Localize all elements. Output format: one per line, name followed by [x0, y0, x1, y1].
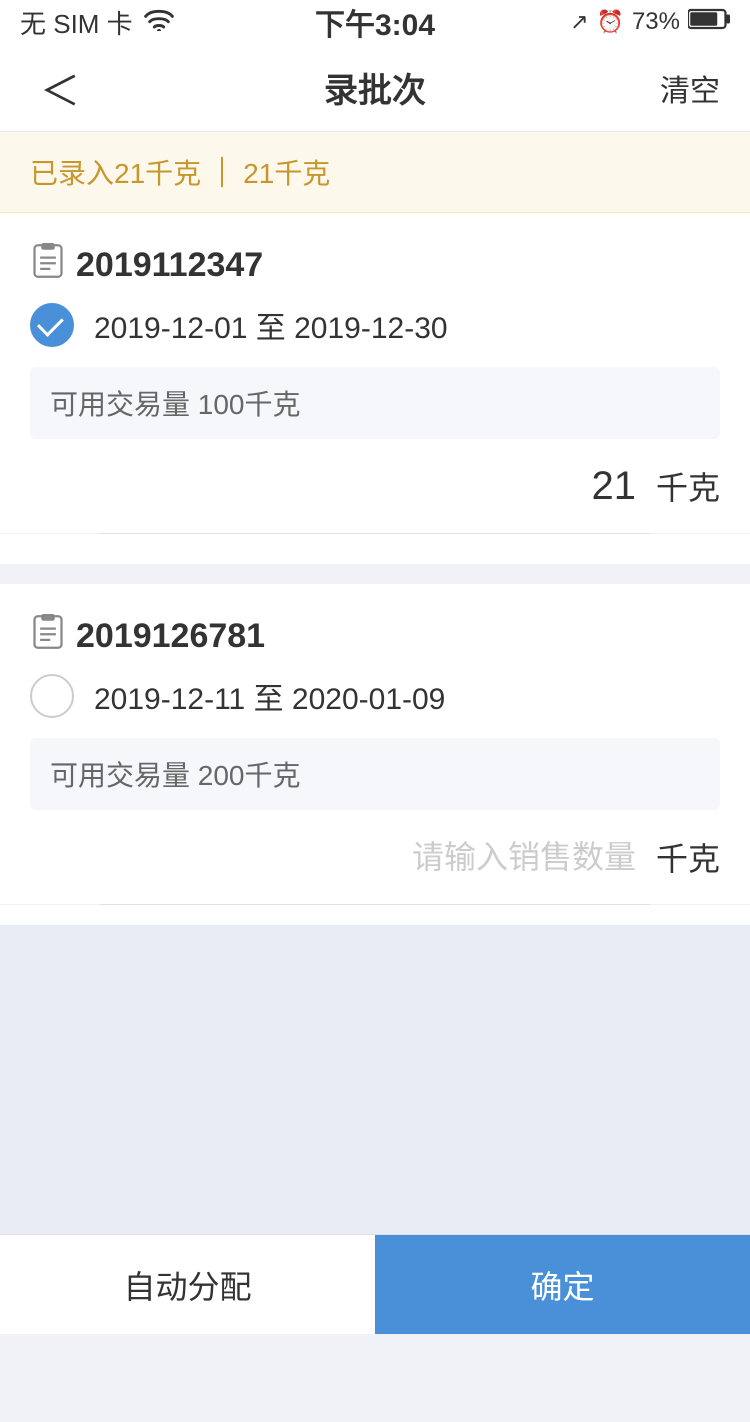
clear-button[interactable]: 清空 — [660, 66, 720, 110]
alarm-icon: ⏰ — [597, 9, 624, 35]
nav-bar: ＜ 录批次 清空 — [0, 44, 750, 132]
batch1-quantity: 21 — [591, 464, 636, 509]
batch-item-1: 2019112347 2019-12-01 至 2019-12-30 可用交易量… — [0, 213, 750, 439]
batch1-icon — [30, 243, 66, 287]
batch-item-2: 2019126781 2019-12-11 至 2020-01-09 可用交易量… — [0, 584, 750, 810]
bottom-bar: 自动分配 确定 — [0, 1234, 750, 1334]
recorded-label: 已录入21千克 — [30, 152, 201, 192]
info-divider — [221, 157, 223, 187]
info-banner: 已录入21千克 21千克 — [0, 132, 750, 213]
batch1-available: 可用交易量 100千克 — [30, 367, 720, 439]
batch2-number: 2019126781 — [76, 617, 265, 656]
batch2-header: 2019126781 — [30, 614, 720, 658]
section-gap-1 — [0, 564, 750, 584]
batch2-radio[interactable] — [30, 674, 74, 718]
status-bar: 无 SIM 卡 下午3:04 ↗ ⏰ 73% — [0, 0, 750, 44]
location-icon: ↗ — [570, 9, 588, 35]
batch2-input-row: 千克 — [0, 810, 750, 904]
batch1-spacer — [0, 534, 750, 564]
batch2-spacer — [0, 905, 750, 925]
recorded-value: 21千克 — [243, 152, 330, 192]
back-button[interactable]: ＜ — [30, 49, 90, 127]
status-right: ↗ ⏰ 73% — [570, 8, 730, 37]
page-content: 已录入21千克 21千克 2019112347 2019-12-01 至 201… — [0, 132, 750, 1422]
batch2-date: 2019-12-11 至 2020-01-09 — [94, 674, 445, 718]
battery-icon — [688, 8, 730, 37]
batch1-header: 2019112347 — [30, 243, 720, 287]
status-left: 无 SIM 卡 — [20, 4, 175, 41]
status-time: 下午3:04 — [315, 0, 435, 44]
batch1-radio[interactable] — [30, 303, 74, 347]
batch2-available: 可用交易量 200千克 — [30, 738, 720, 810]
batch1-qty-row: 21 千克 — [0, 439, 750, 533]
carrier-text: 无 SIM 卡 — [20, 4, 133, 41]
wifi-icon — [143, 7, 175, 38]
battery-text: 73% — [632, 8, 680, 36]
batch1-number: 2019112347 — [76, 246, 263, 285]
batch2-icon — [30, 614, 66, 658]
batch2-unit: 千克 — [656, 834, 720, 880]
auto-distribute-button[interactable]: 自动分配 — [0, 1235, 375, 1334]
batch2-quantity-input[interactable] — [216, 839, 636, 876]
batch1-unit: 千克 — [656, 463, 720, 509]
confirm-button[interactable]: 确定 — [375, 1235, 750, 1334]
page-title: 录批次 — [324, 63, 426, 112]
batch1-date-row: 2019-12-01 至 2019-12-30 — [30, 303, 720, 347]
batch1-date: 2019-12-01 至 2019-12-30 — [94, 303, 448, 347]
batch2-date-row: 2019-12-11 至 2020-01-09 — [30, 674, 720, 718]
